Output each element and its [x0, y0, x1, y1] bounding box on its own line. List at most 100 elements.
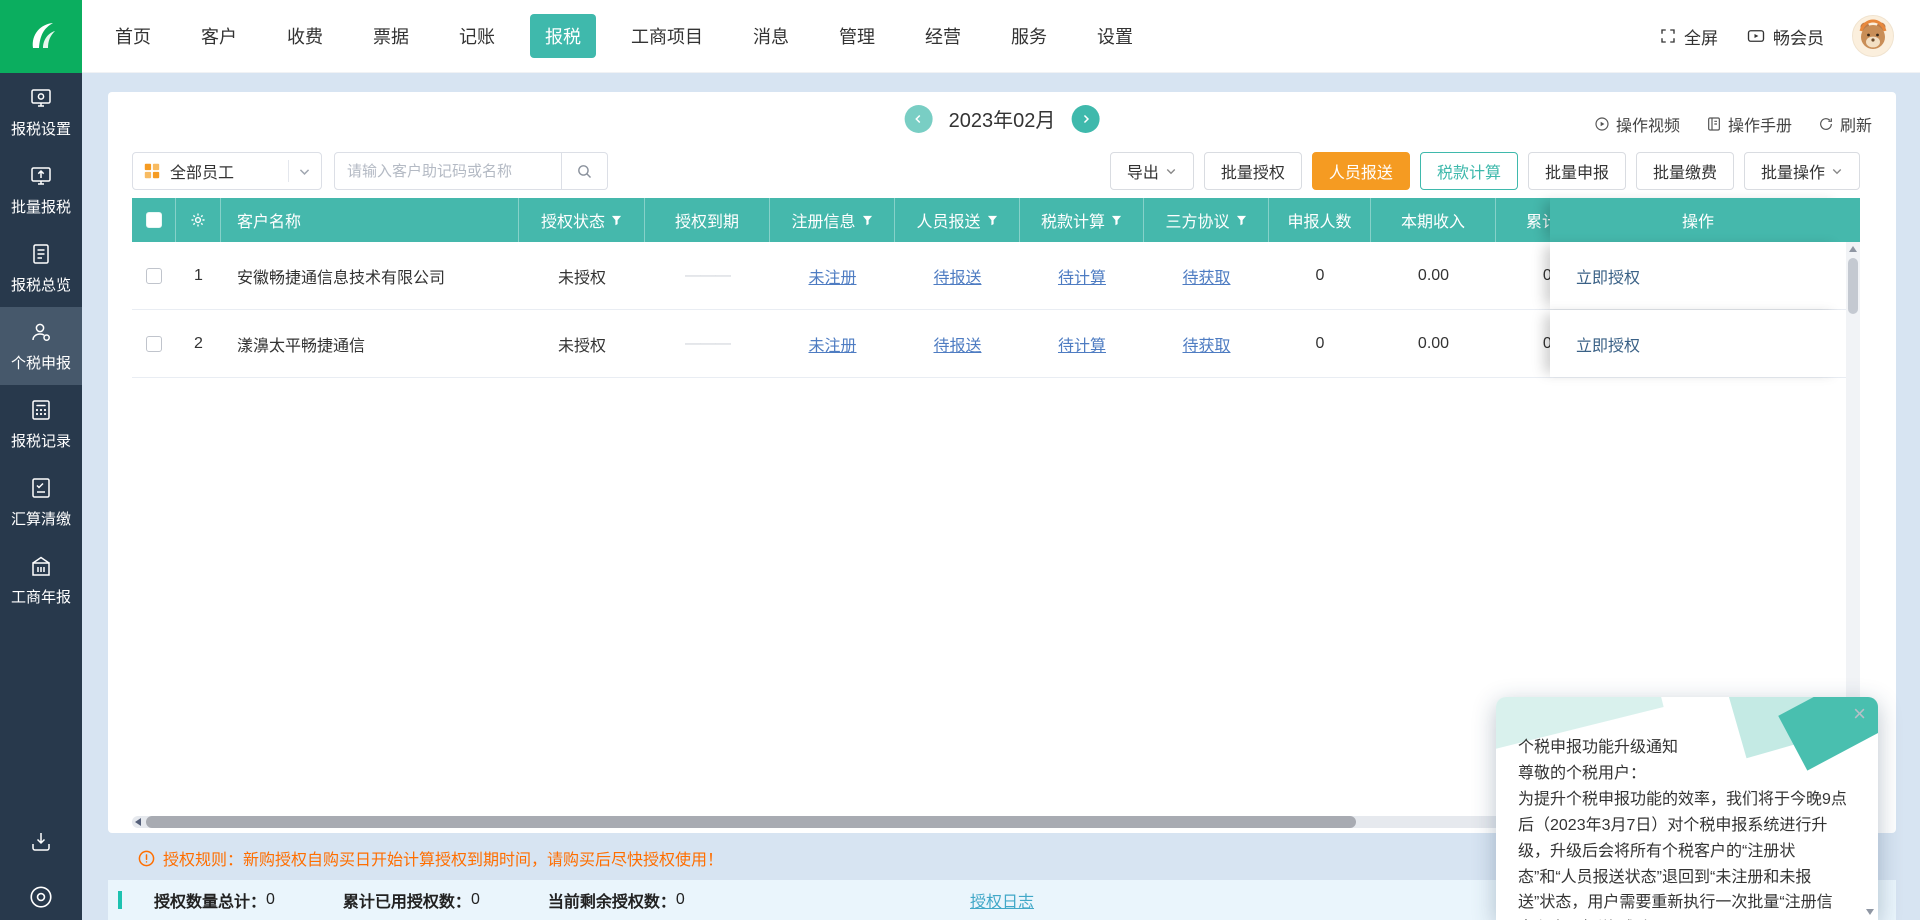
col-label: 税款计算: [1040, 214, 1105, 231]
col-auth-status[interactable]: 授权状态: [519, 198, 645, 242]
fullscreen-icon: [1659, 27, 1677, 45]
nav-services[interactable]: 服务: [996, 14, 1062, 58]
register-info-link[interactable]: 未注册: [808, 264, 856, 288]
sidebar-item-personal-tax[interactable]: 个税申报: [0, 307, 82, 385]
row-checkbox[interactable]: [146, 267, 162, 284]
sidebar-item-batch-tax[interactable]: 批量报税: [0, 151, 82, 229]
previous-month-button[interactable]: [904, 104, 933, 133]
col-customer-name: 客户名称: [221, 198, 519, 242]
sidebar-item-annual-report[interactable]: 工商年报: [0, 541, 82, 619]
operation-manual-label: 操作手册: [1727, 118, 1792, 135]
search-input[interactable]: [334, 152, 562, 190]
search-box: [334, 152, 608, 190]
batch-authorize-button[interactable]: 批量授权: [1203, 152, 1302, 190]
refresh-link[interactable]: 刷新: [1818, 112, 1872, 136]
personnel-report-button[interactable]: 人员报送: [1311, 152, 1410, 190]
gear-icon: [190, 212, 206, 228]
personnel-report-link[interactable]: 待报送: [933, 332, 981, 356]
batch-declare-button[interactable]: 批量申报: [1527, 152, 1626, 190]
select-all-checkbox[interactable]: [145, 212, 162, 228]
register-info-link[interactable]: 未注册: [808, 332, 856, 356]
sidebar-item-final-settlement[interactable]: 汇算清缴: [0, 463, 82, 541]
sidebar-item-tax-records[interactable]: 报税记录: [0, 385, 82, 463]
stat-remaining-auth: 当前剩余授权数： 0: [548, 888, 685, 912]
nav-billing[interactable]: 收费: [272, 14, 338, 58]
popup-scrollbar[interactable]: [1867, 737, 1875, 887]
authorization-notice: 授权规则：新购授权自购买日开始计算授权到期时间，请购买后尽快授权使用！: [138, 846, 723, 870]
stat-total-auth: 授权数量总计： 0: [154, 888, 275, 912]
horizontal-scroll-thumb[interactable]: [146, 816, 1356, 828]
auth-status: 未授权: [557, 337, 606, 355]
nav-business-projects[interactable]: 工商项目: [616, 14, 718, 58]
row-checkbox[interactable]: [146, 335, 162, 352]
popup-greeting: 尊敬的个税用户：: [1518, 764, 1647, 782]
batch-operations-label: 批量操作: [1760, 165, 1825, 182]
nav-home[interactable]: 首页: [100, 14, 166, 58]
export-button[interactable]: 导出: [1109, 152, 1194, 190]
download-center-icon[interactable]: [29, 830, 53, 854]
app-logo[interactable]: [0, 0, 82, 73]
authorize-now-link[interactable]: 立即授权: [1576, 264, 1640, 288]
footer-accent: [118, 891, 122, 909]
close-icon[interactable]: ×: [1853, 703, 1866, 725]
customer-name: 安徽畅捷通信息技术有限公司: [237, 269, 446, 287]
main-nav: 首页 客户 收费 票据 记账 报税 工商项目 消息 管理 经营 服务 设置: [100, 14, 1148, 58]
operation-manual-link[interactable]: 操作手册: [1706, 112, 1792, 136]
auth-expire: ———: [685, 334, 731, 352]
sidebar-label: 报税设置: [10, 120, 71, 138]
nav-management[interactable]: 管理: [824, 14, 890, 58]
notice-text: 授权规则：新购授权自购买日开始计算授权到期时间，请购买后尽快授权使用！: [163, 852, 724, 869]
personnel-report-link[interactable]: 待报送: [933, 264, 981, 288]
current-income: 0.00: [1417, 334, 1450, 352]
tax-calc-link[interactable]: 待计算: [1058, 332, 1106, 356]
col-tax-calc[interactable]: 税款计算: [1020, 198, 1144, 242]
popup-body: 为提升个税申报功能的效率，我们将于今晚9点后（2023年3月7日）对个税申报系统…: [1518, 790, 1847, 912]
table-row: 1 安徽畅捷通信息技术有限公司 未授权 ——— 未注册 待报送 待计算 待获取 …: [132, 242, 1860, 310]
col-current-income: 本期收入: [1371, 198, 1496, 242]
col-label: 注册信息: [791, 214, 856, 231]
fullscreen-button[interactable]: 全屏: [1659, 24, 1718, 49]
nav-customers[interactable]: 客户: [186, 14, 252, 58]
avatar[interactable]: [1852, 15, 1894, 57]
play-circle-icon: [1594, 116, 1610, 132]
next-month-button[interactable]: [1071, 104, 1100, 133]
filter-funnel-icon: [862, 215, 872, 225]
agreement-link[interactable]: 待获取: [1182, 332, 1230, 356]
document-icon: [29, 242, 53, 266]
auth-status: 未授权: [557, 269, 606, 287]
vertical-scroll-thumb[interactable]: [1848, 258, 1858, 314]
search-button[interactable]: [562, 152, 608, 190]
authorize-now-link[interactable]: 立即授权: [1576, 332, 1640, 356]
column-settings-cell[interactable]: [176, 198, 221, 242]
nav-settings[interactable]: 设置: [1082, 14, 1148, 58]
authorization-log-link[interactable]: 授权日志: [970, 888, 1034, 912]
scroll-down-arrow[interactable]: [1866, 909, 1874, 915]
member-button[interactable]: 畅会员: [1746, 24, 1824, 49]
agreement-link[interactable]: 待获取: [1182, 264, 1230, 288]
employee-grid-icon: [143, 162, 161, 180]
nav-messages[interactable]: 消息: [738, 14, 804, 58]
employee-dropdown[interactable]: 全部员工: [132, 152, 322, 190]
scroll-up-arrow[interactable]: [1849, 246, 1857, 252]
warning-icon: [138, 850, 155, 867]
help-circle-icon[interactable]: [28, 884, 54, 910]
filter-funnel-icon: [987, 215, 997, 225]
nav-operations[interactable]: 经营: [910, 14, 976, 58]
nav-invoices[interactable]: 票据: [358, 14, 424, 58]
auth-expire: ———: [685, 266, 731, 284]
search-icon: [576, 163, 593, 180]
row-index: 2: [194, 334, 203, 352]
sidebar-item-tax-settings[interactable]: 报税设置: [0, 73, 82, 151]
batch-pay-button[interactable]: 批量缴费: [1635, 152, 1734, 190]
nav-tax-filing[interactable]: 报税: [530, 14, 596, 58]
scroll-left-arrow[interactable]: [135, 818, 141, 826]
batch-operations-button[interactable]: 批量操作: [1743, 152, 1860, 190]
nav-bookkeeping[interactable]: 记账: [444, 14, 510, 58]
col-personnel-report[interactable]: 人员报送: [895, 198, 1020, 242]
col-register-info[interactable]: 注册信息: [770, 198, 895, 242]
operation-video-link[interactable]: 操作视频: [1594, 112, 1680, 136]
col-tripartite-agreement[interactable]: 三方协议: [1144, 198, 1269, 242]
tax-calculate-button[interactable]: 税款计算: [1419, 152, 1518, 190]
sidebar-item-tax-overview[interactable]: 报税总览: [0, 229, 82, 307]
tax-calc-link[interactable]: 待计算: [1058, 264, 1106, 288]
